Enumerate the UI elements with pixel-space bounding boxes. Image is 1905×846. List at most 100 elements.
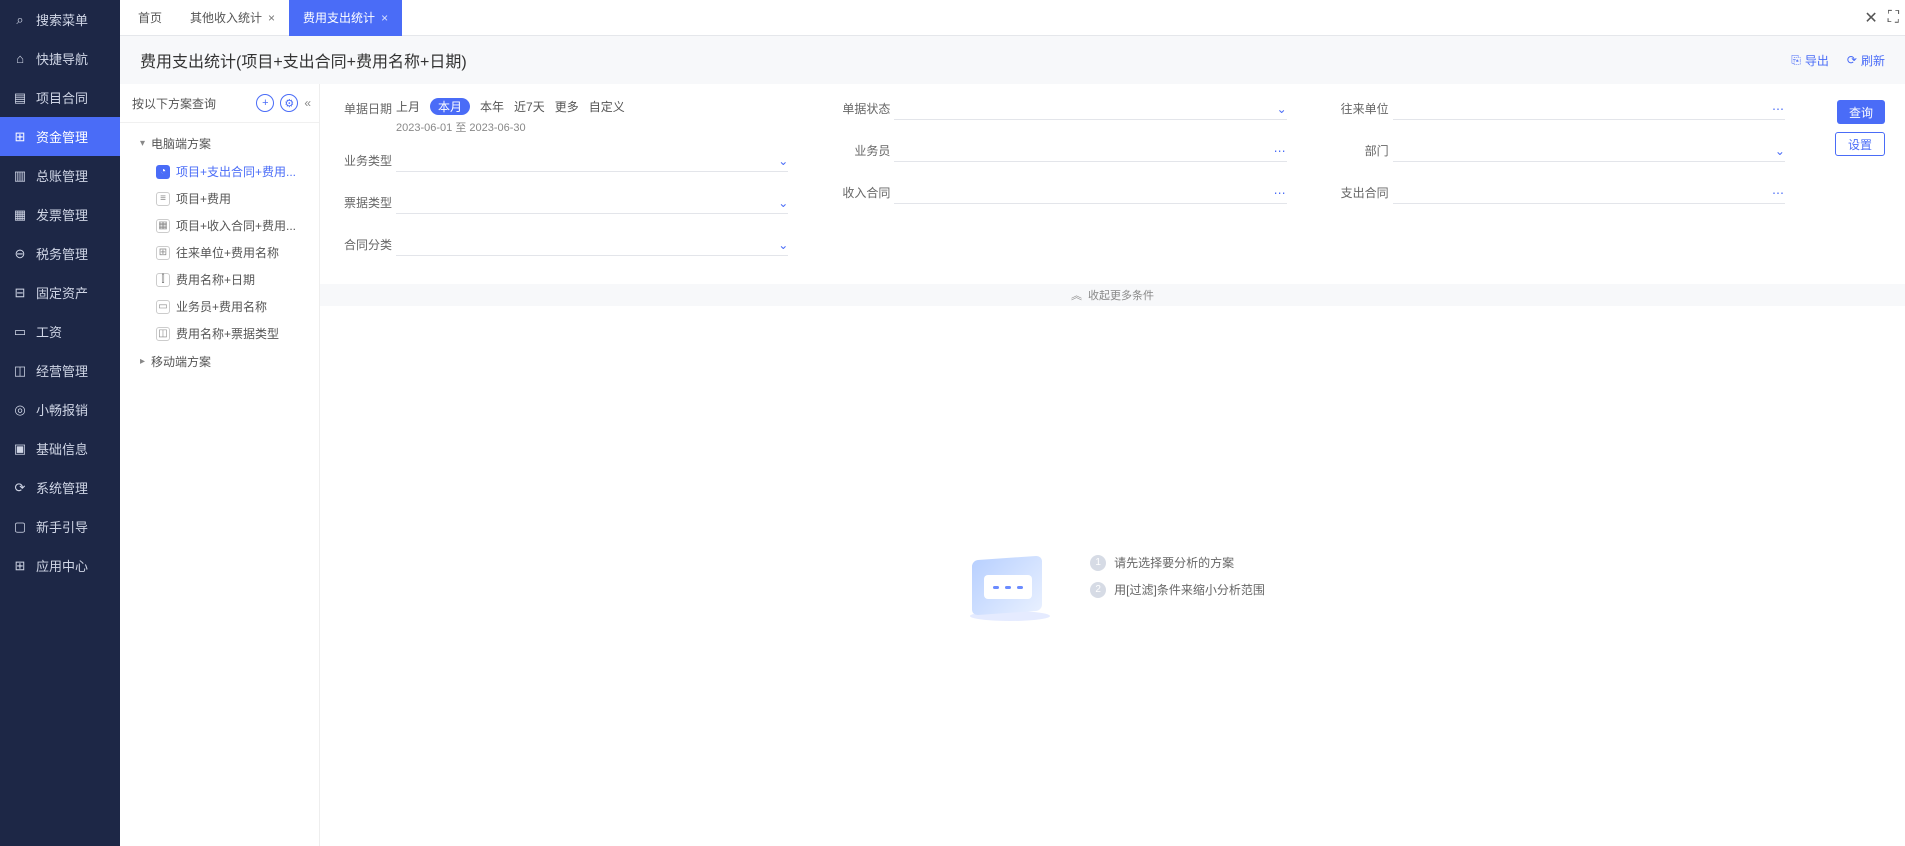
sidebar-item-xiaochang[interactable]: ◎小畅报销 <box>0 390 120 429</box>
system-mgmt-icon: ⟳ <box>12 480 28 496</box>
sidebar-item-label: 搜索菜单 <box>36 10 88 29</box>
query-button[interactable]: 查询 <box>1837 100 1885 124</box>
step-number: 2 <box>1090 582 1106 598</box>
scheme-panel: 按以下方案查询 + ⚙ « ▾电脑端方案◔项目+支出合同+费用...≡项目+费用… <box>120 84 320 846</box>
scheme-type-icon: ◔ <box>156 165 170 179</box>
newbie-guide-icon: ▢ <box>12 519 28 535</box>
sidebar-item-fund-mgmt[interactable]: ⊞资金管理 <box>0 117 120 156</box>
filter-label: 业务员 <box>838 140 894 159</box>
receipt-type-select[interactable]: ⌄ <box>396 192 788 214</box>
partner-select[interactable]: ⋯ <box>1393 98 1785 120</box>
filter-area: 单据日期 上月本月本年近7天更多自定义 2023-06-01 至 2023-06… <box>320 84 1905 846</box>
sidebar-item-label: 资金管理 <box>36 127 88 146</box>
filter-status: 单据状态 ⌄ <box>838 98 1286 140</box>
tabs: 首页其他收入统计×费用支出统计× ✕ ⛶ <box>120 0 1905 36</box>
empty-step-2: 2 用[过滤]条件来缩小分析范围 <box>1090 581 1265 598</box>
export-button[interactable]: ⎘ 导出 <box>1791 52 1829 69</box>
filter-label: 业务类型 <box>340 150 396 169</box>
tab-close-icon[interactable]: × <box>381 11 388 25</box>
tree-item-0-1[interactable]: ≡ 项目+费用 <box>120 185 319 212</box>
date-opt[interactable]: 上月 <box>396 98 420 115</box>
scheme-add-button[interactable]: + <box>256 94 274 112</box>
salesman-select[interactable]: ⋯ <box>894 140 1286 162</box>
sidebar-item-basic-info[interactable]: ▣基础信息 <box>0 429 120 468</box>
tab-1[interactable]: 其他收入统计 × <box>176 0 289 36</box>
biz-type-select[interactable]: ⌄ <box>396 150 788 172</box>
tree-item-0-6[interactable]: ◫ 费用名称+票据类型 <box>120 320 319 347</box>
tree-item-0-0[interactable]: ◔ 项目+支出合同+费用... <box>120 158 319 185</box>
date-opt[interactable]: 本年 <box>480 98 504 115</box>
tree-item-0-3[interactable]: ⊞往来单位+费用名称 <box>120 239 319 266</box>
project-contract-icon: ▤ <box>12 90 28 106</box>
ledger-mgmt-icon: ▥ <box>12 168 28 184</box>
tab-2[interactable]: 费用支出统计× <box>289 0 402 36</box>
filter-label: 收入合同 <box>838 182 894 201</box>
date-opt[interactable]: 更多 <box>555 98 579 115</box>
sidebar-item-app-center[interactable]: ⊞应用中心 <box>0 546 120 585</box>
tree-item-label: 项目+支出合同+费用... <box>176 163 296 180</box>
contract-cat-select[interactable]: ⌄ <box>396 234 788 256</box>
settings-button[interactable]: 设置 <box>1835 132 1885 156</box>
filter-label: 票据类型 <box>340 192 396 211</box>
sidebar-item-label: 税务管理 <box>36 244 88 263</box>
sidebar-item-quick-nav[interactable]: ⌂快捷导航 <box>0 39 120 78</box>
filter-label-date: 单据日期 <box>340 98 396 117</box>
sidebar-item-tax-mgmt[interactable]: ⊖ 税务管理 <box>0 234 120 273</box>
tree-item-0-4[interactable]: ⫿费用名称+日期 <box>120 266 319 293</box>
caret-icon: ▾ <box>140 138 145 149</box>
status-select[interactable]: ⌄ <box>894 98 1286 120</box>
sidebar-item-system-mgmt[interactable]: ⟳ 系统管理 <box>0 468 120 507</box>
scheme-type-icon: ⊞ <box>156 246 170 260</box>
empty-state: 1 请先选择要分析的方案 2 用[过滤]条件来缩小分析范围 <box>320 306 1905 846</box>
tab-0[interactable]: 首页 <box>124 0 176 36</box>
tab-label: 其他收入统计 <box>190 9 262 26</box>
chevron-down-icon: ⌄ <box>1277 102 1287 116</box>
tax-mgmt-icon: ⊖ <box>12 246 28 262</box>
step-number: 1 <box>1090 555 1106 571</box>
sidebar-item-project-contract[interactable]: ▤项目合同 <box>0 78 120 117</box>
action-col: 查询 设置 <box>1835 98 1885 276</box>
sidebar-item-label: 经营管理 <box>36 361 88 380</box>
filter-contract-cat: 合同分类 ⌄ <box>340 234 788 276</box>
sidebar-item-label: 发票管理 <box>36 205 88 224</box>
tree-item-label: 项目+费用 <box>176 190 231 207</box>
filter-biz-type: 业务类型 ⌄ <box>340 150 788 192</box>
quick-nav-icon: ⌂ <box>12 51 28 67</box>
date-opt[interactable]: 近7天 <box>514 98 545 115</box>
tab-close-icon[interactable]: × <box>268 11 275 25</box>
scheme-type-icon: ≡ <box>156 192 170 206</box>
search-menu-icon: ⌕ <box>12 12 28 28</box>
scheme-collapse-button[interactable]: « <box>304 96 311 110</box>
date-opt[interactable]: 本月 <box>430 98 470 115</box>
tree-item-0-2[interactable]: ▦项目+收入合同+费用... <box>120 212 319 239</box>
expense-contract-select[interactable]: ⋯ <box>1393 182 1785 204</box>
refresh-icon: ⟳ <box>1847 53 1857 67</box>
tab-close-all-icon[interactable]: ✕ <box>1864 8 1877 28</box>
refresh-button[interactable]: ⟳ 刷新 <box>1847 52 1885 69</box>
dept-select[interactable]: ⌄ <box>1393 140 1785 162</box>
tree-item-label: 费用名称+票据类型 <box>176 325 279 342</box>
scheme-settings-button[interactable]: ⚙ <box>280 94 298 112</box>
tree-group-1[interactable]: ▸移动端方案 <box>120 347 319 376</box>
tree-item-label: 费用名称+日期 <box>176 271 255 288</box>
sidebar-item-newbie-guide[interactable]: ▢新手引导 <box>0 507 120 546</box>
basic-info-icon: ▣ <box>12 441 28 457</box>
sidebar-item-biz-mgmt[interactable]: ◫经营管理 <box>0 351 120 390</box>
filter-label: 部门 <box>1337 140 1393 159</box>
income-contract-select[interactable]: ⋯ <box>894 182 1286 204</box>
invoice-mgmt-icon: ▦ <box>12 207 28 223</box>
collapse-filters-button[interactable]: ︽ 收起更多条件 <box>320 284 1905 306</box>
more-icon: ⋯ <box>1772 102 1785 116</box>
date-opt[interactable]: 自定义 <box>589 98 625 115</box>
sidebar-item-search-menu[interactable]: ⌕ 搜索菜单 <box>0 0 120 39</box>
sidebar-item-invoice-mgmt[interactable]: ▦ 发票管理 <box>0 195 120 234</box>
scheme-type-icon: ◫ <box>156 327 170 341</box>
sidebar-item-salary[interactable]: ▭工资 <box>0 312 120 351</box>
tree-item-0-5[interactable]: ▭业务员+费用名称 <box>120 293 319 320</box>
refresh-label: 刷新 <box>1861 52 1885 69</box>
sidebar-item-fixed-asset[interactable]: ⊟固定资产 <box>0 273 120 312</box>
sidebar-item-ledger-mgmt[interactable]: ▥总账管理 <box>0 156 120 195</box>
sidebar-item-label: 系统管理 <box>36 478 88 497</box>
fullscreen-icon[interactable]: ⛶ <box>1888 9 1899 27</box>
tree-group-0[interactable]: ▾电脑端方案 <box>120 129 319 158</box>
